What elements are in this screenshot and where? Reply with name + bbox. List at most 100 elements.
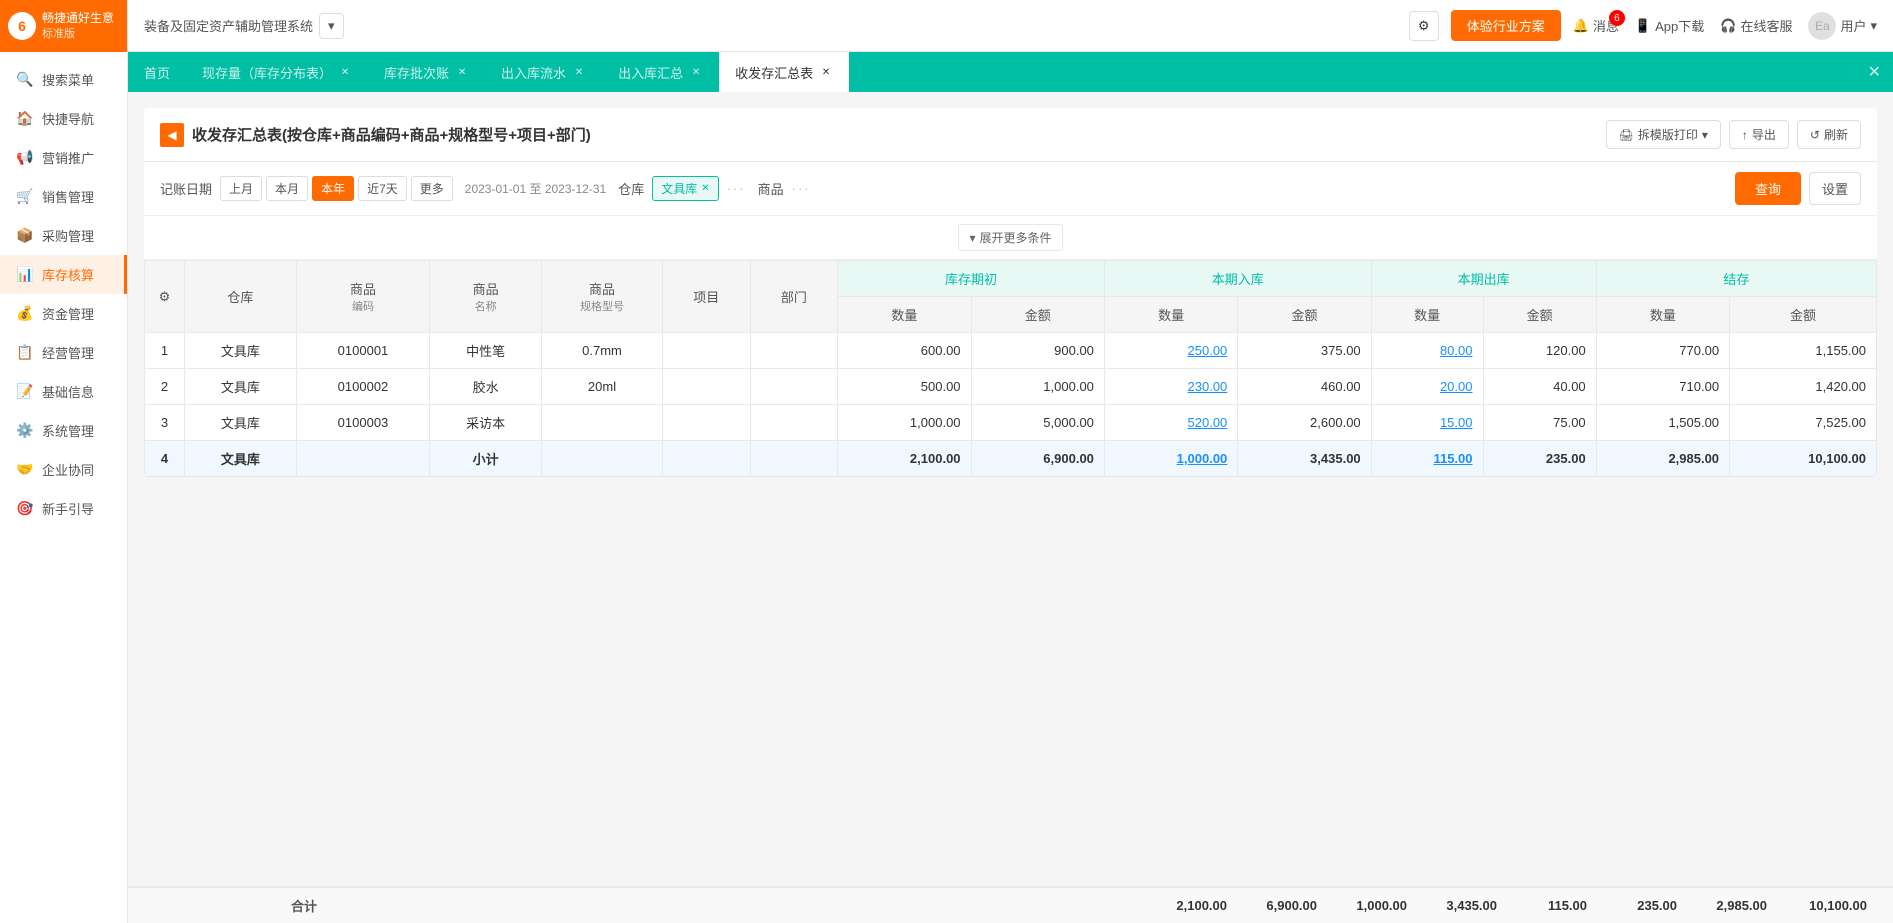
sidebar-item-operation[interactable]: 📋 经营管理 — [0, 333, 127, 372]
tab-close-icon[interactable]: ✕ — [689, 65, 703, 79]
col-sub-bal-amount: 金额 — [1730, 297, 1877, 333]
tab-receive-send-summary[interactable]: 收发存汇总表 ✕ — [719, 52, 849, 92]
cell-out-qty[interactable]: 115.00 — [1371, 441, 1483, 477]
print-btn[interactable]: 🖨 拆模版打印 ▾ — [1606, 120, 1721, 149]
cell-serial: 1 — [145, 333, 185, 369]
warehouse-filter-section: 仓库 文具库 ✕ ··· — [618, 176, 745, 201]
sidebar-item-finance[interactable]: 💰 资金管理 — [0, 294, 127, 333]
tab-close-icon[interactable]: ✕ — [572, 65, 586, 79]
app-download-label: App下载 — [1655, 16, 1704, 35]
goods-ellipsis[interactable]: ··· — [792, 181, 811, 196]
chevron-down-icon: ▾ — [1870, 18, 1877, 34]
col-sub-open-qty: 数量 — [838, 297, 971, 333]
tab-close-icon[interactable]: ✕ — [819, 65, 833, 79]
date-buttons: 上月 本月 本年 近7天 更多 — [220, 176, 453, 201]
date-btn-prev-month[interactable]: 上月 — [220, 176, 262, 201]
query-btn[interactable]: 查询 — [1735, 172, 1801, 205]
date-btn-this-year[interactable]: 本年 — [312, 176, 354, 201]
sidebar-item-inventory[interactable]: 📊 库存核算 — [0, 255, 127, 294]
tab-in-out-flow[interactable]: 出入库流水 ✕ — [485, 52, 602, 92]
goods-label: 商品 — [758, 179, 784, 198]
online-service-item[interactable]: 🎧 在线客服 — [1720, 16, 1792, 35]
export-btn[interactable]: ↑ 导出 — [1729, 120, 1789, 149]
topbar-settings-btn[interactable]: ⚙ — [1409, 11, 1439, 41]
try-industry-btn[interactable]: 体验行业方案 — [1451, 10, 1561, 41]
app-download-item[interactable]: 📱 App下载 — [1635, 16, 1704, 35]
tab-batch-account[interactable]: 库存批次账 ✕ — [368, 52, 485, 92]
cell-project — [663, 441, 751, 477]
dropdown-arrow-icon: ▾ — [328, 18, 335, 34]
cell-goods-spec — [541, 441, 662, 477]
system-title-area: 装备及固定资产辅助管理系统 ▾ — [144, 13, 1397, 39]
expand-more-btn[interactable]: ▾ 展开更多条件 — [958, 224, 1062, 251]
sidebar-item-search[interactable]: 🔍 搜索菜单 — [0, 60, 127, 99]
tab-label: 出入库流水 — [501, 63, 566, 82]
cell-department — [750, 441, 838, 477]
date-btn-more[interactable]: 更多 — [411, 176, 453, 201]
cell-open-amount: 5,000.00 — [971, 405, 1104, 441]
cell-in-qty[interactable]: 520.00 — [1104, 405, 1237, 441]
tab-in-out-summary[interactable]: 出入库汇总 ✕ — [602, 52, 719, 92]
sidebar-item-label: 快捷导航 — [42, 109, 94, 128]
page-title: 收发存汇总表(按仓库+商品编码+商品+规格型号+项目+部门) — [192, 124, 591, 145]
system-dropdown[interactable]: ▾ — [319, 13, 344, 39]
cell-out-qty[interactable]: 80.00 — [1371, 333, 1483, 369]
cell-in-qty[interactable]: 230.00 — [1104, 369, 1237, 405]
cell-bal-amount: 1,155.00 — [1730, 333, 1877, 369]
date-range-display: 2023-01-01 至 2023-12-31 — [465, 180, 606, 197]
cell-in-qty[interactable]: 250.00 — [1104, 333, 1237, 369]
tab-label: 现存量（库存分布表） — [202, 63, 332, 82]
sidebar-item-basic-info[interactable]: 📝 基础信息 — [0, 372, 127, 411]
sidebar-item-enterprise[interactable]: 🤝 企业协同 — [0, 450, 127, 489]
table-settings-header[interactable]: ⚙ — [145, 261, 185, 333]
filter-settings-btn[interactable]: 设置 — [1809, 172, 1861, 205]
table-footer-bar: 合计 2,100.00 6,900.00 1,000.00 3,435.00 1… — [128, 886, 1893, 923]
cell-open-qty: 1,000.00 — [838, 405, 971, 441]
cell-goods-spec — [541, 405, 662, 441]
mobile-icon: 📱 — [1635, 18, 1651, 34]
toggle-sidebar-btn[interactable]: ◀ — [160, 123, 184, 147]
sidebar-item-quick-nav[interactable]: 🏠 快捷导航 — [0, 99, 127, 138]
cell-department — [750, 333, 838, 369]
cell-in-qty[interactable]: 1,000.00 — [1104, 441, 1237, 477]
marketing-icon: 📢 — [16, 149, 34, 167]
col-header-goods-code: 商品编码 — [296, 261, 429, 333]
close-all-tabs-btn[interactable]: ✕ — [1856, 52, 1893, 92]
cell-project — [663, 405, 751, 441]
tab-home[interactable]: 首页 — [128, 52, 186, 92]
sidebar-item-guide[interactable]: 🎯 新手引导 — [0, 489, 127, 528]
cell-warehouse: 文具库 — [185, 369, 297, 405]
chevron-down-icon: ▾ — [969, 231, 975, 245]
sidebar-item-marketing[interactable]: 📢 营销推广 — [0, 138, 127, 177]
app-logo: 6 畅捷通好生意 标准版 — [0, 0, 127, 52]
date-btn-this-month[interactable]: 本月 — [266, 176, 308, 201]
logo-icon: 6 — [8, 12, 36, 40]
col-header-goods-name: 商品名称 — [430, 261, 542, 333]
refresh-btn[interactable]: ↺ 刷新 — [1797, 120, 1861, 149]
system-title: 装备及固定资产辅助管理系统 — [144, 16, 313, 35]
cell-warehouse: 文具库 — [185, 333, 297, 369]
expand-row: ▾ 展开更多条件 — [144, 216, 1877, 260]
cell-out-qty[interactable]: 15.00 — [1371, 405, 1483, 441]
user-item[interactable]: Ea 用户 ▾ — [1808, 12, 1877, 40]
tab-close-icon[interactable]: ✕ — [338, 65, 352, 79]
headset-icon: 🎧 — [1720, 18, 1736, 34]
warehouse-ellipsis[interactable]: ··· — [727, 181, 746, 196]
tab-label: 库存批次账 — [384, 63, 449, 82]
warehouse-tag-close[interactable]: ✕ — [701, 183, 709, 194]
footer-out-amount: 235.00 — [1597, 898, 1687, 913]
sidebar-item-label: 资金管理 — [42, 304, 94, 323]
tab-close-icon[interactable]: ✕ — [455, 65, 469, 79]
notification-item[interactable]: 🔔 消息 6 — [1573, 16, 1619, 35]
sidebar-item-purchase[interactable]: 📦 采购管理 — [0, 216, 127, 255]
sidebar-item-system[interactable]: ⚙️ 系统管理 — [0, 411, 127, 450]
col-header-department: 部门 — [750, 261, 838, 333]
footer-out-qty: 115.00 — [1507, 898, 1597, 913]
filter-right-actions: 查询 设置 — [1735, 172, 1861, 205]
footer-in-amount: 3,435.00 — [1417, 898, 1507, 913]
tab-inventory-dist[interactable]: 现存量（库存分布表） ✕ — [186, 52, 368, 92]
cell-out-qty[interactable]: 20.00 — [1371, 369, 1483, 405]
sidebar-item-sales[interactable]: 🛒 销售管理 — [0, 177, 127, 216]
date-btn-7days[interactable]: 近7天 — [358, 176, 407, 201]
cell-goods-code: 0100001 — [296, 333, 429, 369]
